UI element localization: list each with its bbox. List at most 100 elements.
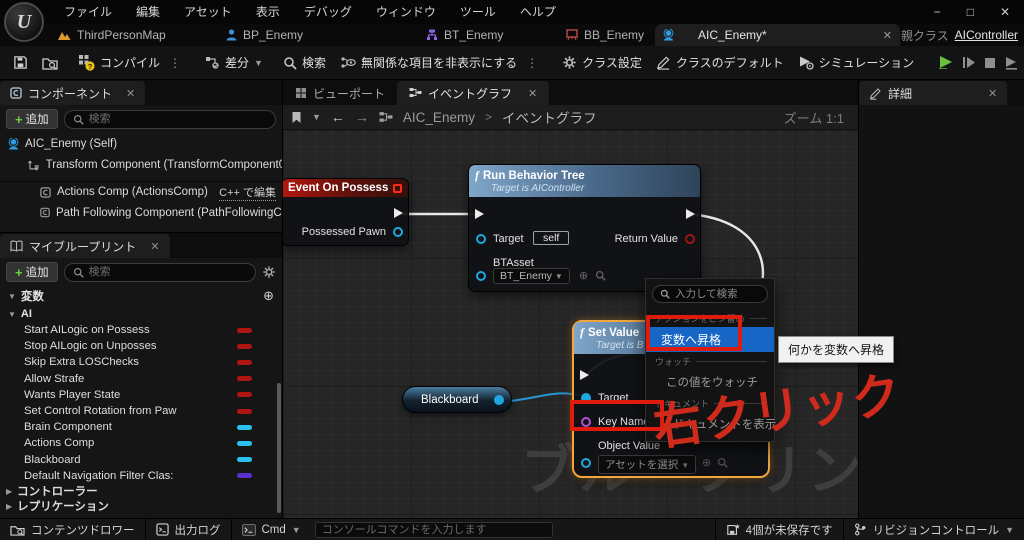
components-search[interactable]: [63, 109, 276, 129]
variable-row[interactable]: Default Navigation Filter Clas:: [0, 468, 282, 484]
breadcrumb-root[interactable]: AIC_Enemy: [403, 110, 475, 125]
variable-row[interactable]: Blackboard: [0, 452, 282, 468]
target-self-box[interactable]: self: [533, 231, 570, 245]
tab-event-graph[interactable]: イベントグラフ ✕: [397, 81, 550, 105]
btasset-pin[interactable]: [476, 271, 486, 281]
breadcrumb-current[interactable]: イベントグラフ: [502, 107, 597, 127]
stop-icon[interactable]: [984, 57, 996, 69]
menu-view[interactable]: 表示: [244, 0, 292, 24]
maximize-button[interactable]: □: [967, 5, 974, 19]
add-blueprint-item-button[interactable]: + 追加: [6, 262, 58, 282]
tab-components[interactable]: コンポーネント ✕: [0, 81, 146, 105]
parent-class-link[interactable]: AIController: [955, 28, 1018, 42]
revision-control-button[interactable]: リビジョンコントロール ▼: [844, 519, 1024, 540]
back-arrow-icon[interactable]: ←: [331, 109, 345, 125]
category-controller[interactable]: ▶ コントローラー: [0, 484, 282, 499]
context-menu-search[interactable]: [652, 285, 768, 303]
node-run-behavior-tree[interactable]: f Run Behavior Tree Target is AIControlle…: [468, 164, 701, 292]
compile-button[interactable]: ? コンパイル ⋮: [71, 46, 192, 79]
browse-to-asset-icon[interactable]: ⊕: [579, 269, 588, 282]
blackboard-out-pin[interactable]: [494, 395, 504, 405]
component-row-self[interactable]: AIC_Enemy (Self): [0, 133, 282, 154]
menu-edit[interactable]: 編集: [124, 0, 172, 24]
target-pin[interactable]: [476, 234, 486, 244]
output-log-button[interactable]: 出力ログ: [146, 519, 231, 540]
menu-asset[interactable]: アセット: [172, 0, 244, 24]
close-panel-icon[interactable]: ✕: [988, 87, 997, 100]
console-command-input[interactable]: [321, 523, 546, 536]
variable-row[interactable]: Set Control Rotation from Paw: [0, 403, 282, 419]
bookmark-icon[interactable]: [291, 111, 302, 124]
tab-details[interactable]: 詳細 ✕: [859, 81, 1008, 105]
frame-skip-icon[interactable]: [962, 56, 976, 69]
add-component-button[interactable]: + 追加: [6, 109, 58, 129]
hide-unrelated-button[interactable]: 無関係な項目を非表示にする ⋮: [333, 46, 549, 79]
category-replication[interactable]: ▶ レプリケーション: [0, 499, 282, 514]
forward-arrow-icon[interactable]: →: [355, 109, 369, 125]
menu-window[interactable]: ウィンドウ: [364, 0, 448, 24]
close-tab-icon[interactable]: ✕: [883, 29, 892, 42]
browse-to-asset-icon[interactable]: ⊕: [702, 456, 711, 469]
object-value-pin[interactable]: [581, 458, 591, 468]
tab-viewport[interactable]: ビューポート: [283, 81, 397, 105]
search-asset-icon[interactable]: [595, 270, 606, 281]
simulation-button[interactable]: シミュレーション: [791, 46, 922, 79]
my-blueprint-search[interactable]: [63, 262, 256, 282]
menu-tools[interactable]: ツール: [448, 0, 508, 24]
menu-file[interactable]: ファイル: [52, 0, 124, 24]
browse-asset-button[interactable]: [35, 46, 65, 79]
close-panel-icon[interactable]: ✕: [126, 87, 135, 100]
exec-out-pin[interactable]: [394, 208, 403, 218]
component-row-actions[interactable]: Actions Comp (ActionsComp) C++ で編集: [0, 181, 282, 202]
variable-row[interactable]: Skip Extra LOSChecks: [0, 354, 282, 370]
tab-bp-enemy[interactable]: BP_Enemy: [218, 24, 311, 46]
diff-button[interactable]: 差分 ▼: [198, 46, 270, 79]
tab-my-blueprint[interactable]: マイブループリント ✕: [0, 234, 170, 258]
possessed-pawn-pin[interactable]: [393, 227, 403, 237]
menu-debug[interactable]: デバッグ: [292, 0, 364, 24]
eject-icon[interactable]: [1004, 56, 1019, 70]
variables-section-header[interactable]: ▼ 変数 ⊕: [0, 286, 282, 306]
close-button[interactable]: ✕: [1000, 5, 1010, 19]
scrollbar-thumb[interactable]: [277, 383, 281, 513]
class-defaults-button[interactable]: クラスのデフォルト: [649, 46, 791, 79]
close-panel-icon[interactable]: ✕: [150, 240, 159, 253]
my-blueprint-search-input[interactable]: [88, 266, 247, 278]
tab-bt-enemy[interactable]: BT_Enemy: [418, 24, 511, 46]
return-value-pin[interactable]: [685, 234, 695, 244]
object-value-dropdown[interactable]: アセットを選択 ▼: [598, 455, 697, 474]
minimize-button[interactable]: −: [934, 5, 941, 19]
component-row-pathfollowing[interactable]: Path Following Component (PathFollowingC…: [0, 202, 282, 223]
exec-in-pin[interactable]: [475, 209, 484, 219]
variable-row[interactable]: Allow Strafe: [0, 371, 282, 387]
unsaved-status[interactable]: 4個が未保存です: [716, 519, 843, 540]
close-tab-icon[interactable]: ✕: [528, 87, 537, 100]
variable-row[interactable]: Stop AILogic on Unposses: [0, 338, 282, 354]
btasset-dropdown[interactable]: BT_Enemy ▼: [493, 268, 570, 284]
find-button[interactable]: 検索: [276, 46, 333, 79]
tab-bb-enemy[interactable]: BB_Enemy: [558, 24, 652, 46]
search-asset-icon[interactable]: [717, 457, 728, 468]
add-variable-icon[interactable]: ⊕: [263, 288, 274, 304]
component-row-transform[interactable]: Transform Component (TransformComponent0…: [0, 154, 282, 175]
save-button[interactable]: [6, 46, 35, 79]
variable-row[interactable]: Actions Comp: [0, 435, 282, 451]
class-settings-button[interactable]: クラス設定: [555, 46, 649, 79]
menu-help[interactable]: ヘルプ: [508, 0, 568, 24]
category-ai[interactable]: ▼ AI: [0, 306, 282, 322]
context-menu-search-input[interactable]: [675, 288, 760, 300]
variable-row[interactable]: Wants Player State: [0, 387, 282, 403]
cmd-selector[interactable]: Cmd ▼: [232, 519, 311, 540]
compile-options-icon[interactable]: ⋮: [165, 56, 185, 70]
tab-thirdpersonmap[interactable]: ThirdPersonMap: [50, 24, 174, 46]
play-icon[interactable]: [937, 55, 954, 70]
chevron-down-icon[interactable]: ▼: [312, 112, 321, 122]
console-command-field[interactable]: [314, 521, 553, 538]
settings-gear-icon[interactable]: [262, 265, 276, 279]
node-event-on-possess[interactable]: Event On Possess Possessed Pawn: [283, 178, 409, 246]
components-search-input[interactable]: [88, 113, 267, 125]
content-drawer-button[interactable]: コンテンツドロワー: [0, 519, 145, 540]
exec-out-pin[interactable]: [686, 209, 695, 219]
exec-in-pin[interactable]: [580, 370, 589, 380]
variable-row[interactable]: Start AILogic on Possess: [0, 322, 282, 338]
